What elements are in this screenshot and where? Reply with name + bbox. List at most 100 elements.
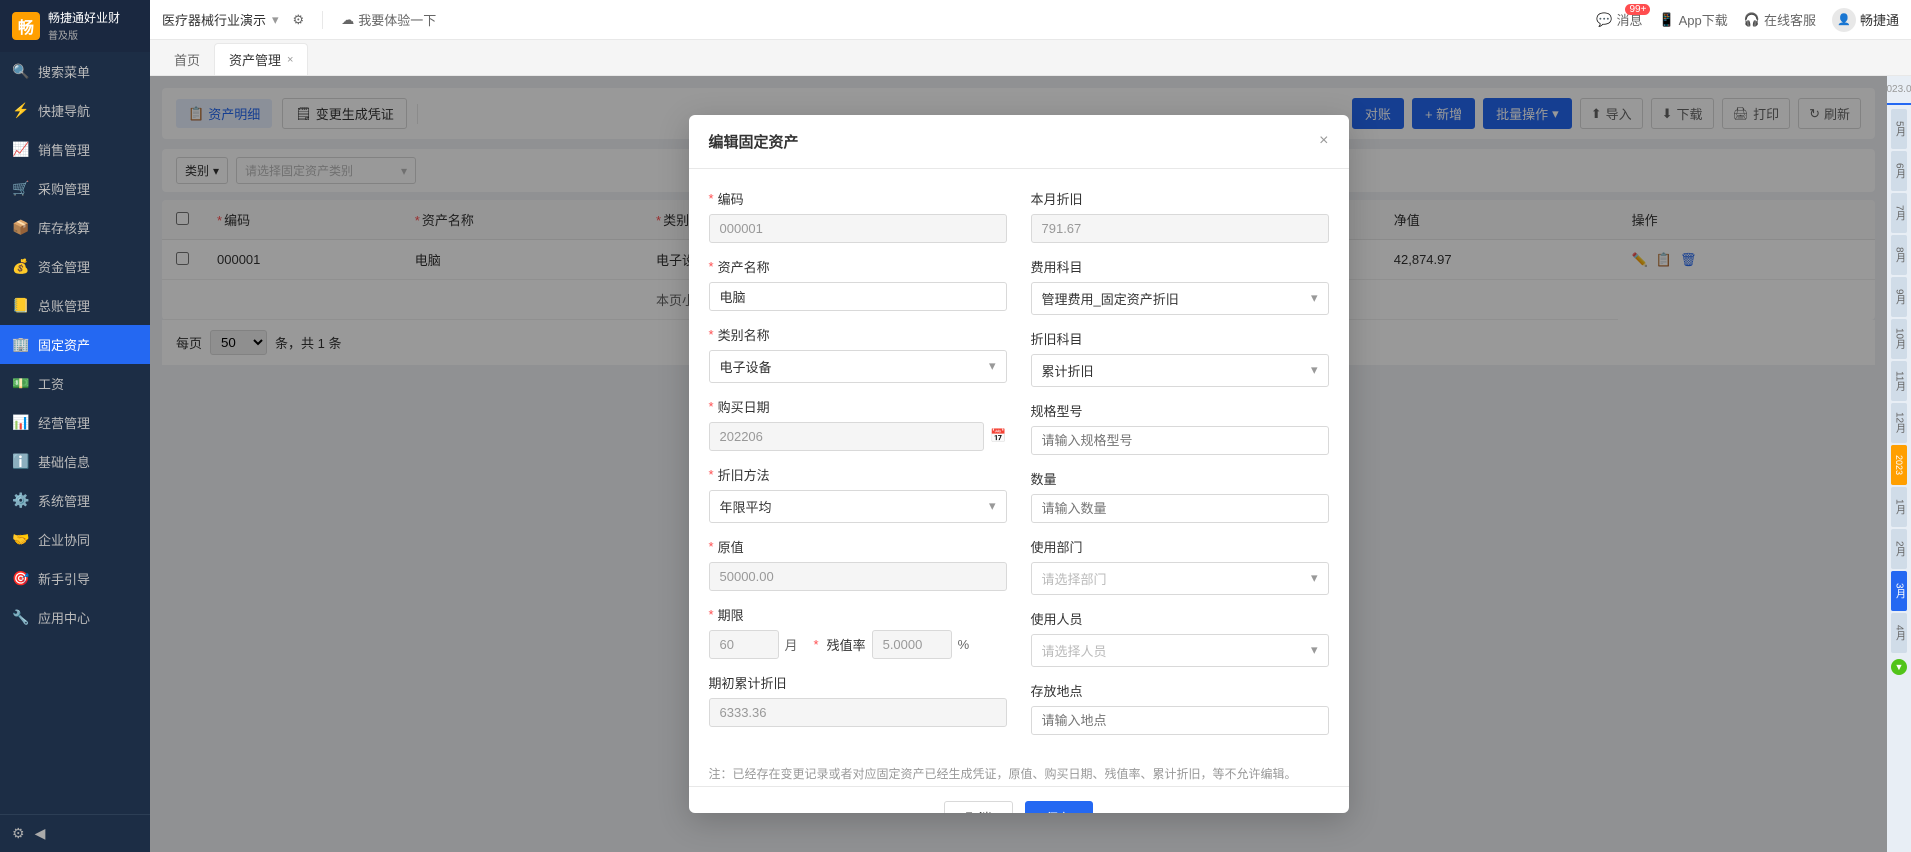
tab-home[interactable]: 首页: [160, 44, 214, 75]
sidebar-item-purchase[interactable]: 🛒 采购管理: [0, 169, 150, 208]
app-download-label: App下载: [1679, 10, 1728, 29]
sidebar-item-fixed-assets[interactable]: 🏢 固定资产: [0, 325, 150, 364]
user-menu[interactable]: 👤 畅捷通: [1832, 8, 1899, 32]
calendar-icon[interactable]: 📅: [990, 428, 1006, 444]
sidebar-item-label: 应用中心: [38, 608, 90, 627]
online-service-button[interactable]: 🎧 在线客服: [1744, 10, 1816, 29]
sidebar-item-basic-info[interactable]: ℹ️ 基础信息: [0, 442, 150, 481]
depreciation-method-select[interactable]: 年限平均 ▾: [709, 490, 1007, 523]
department-label: 使用部门: [1031, 537, 1329, 556]
sidebar-item-operations[interactable]: 📊 经营管理: [0, 403, 150, 442]
settings-icon[interactable]: ⚙: [12, 825, 25, 842]
sidebar-item-payroll[interactable]: 💵 工资: [0, 364, 150, 403]
modal-close-button[interactable]: ×: [1319, 132, 1328, 150]
cancel-button[interactable]: 取消: [944, 801, 1012, 813]
message-icon: 💬: [1596, 12, 1612, 28]
tab-asset-mgmt[interactable]: 资产管理 ×: [214, 43, 308, 75]
month-8[interactable]: 8月: [1891, 235, 1907, 275]
form-item-initial-depreciation: 期初累计折旧: [709, 673, 1007, 727]
sidebar-item-search[interactable]: 🔍 搜索菜单: [0, 52, 150, 91]
depreciation-account-select[interactable]: 累计折旧 ▾: [1031, 354, 1329, 387]
company-selector[interactable]: 医疗器械行业演示 ▾: [162, 10, 279, 29]
message-button[interactable]: 💬 消息 99+: [1596, 10, 1642, 29]
category-select[interactable]: 电子设备 ▾: [709, 350, 1007, 383]
period-input[interactable]: [709, 630, 779, 659]
sidebar-item-label: 总账管理: [38, 296, 90, 315]
form-item-category: * 类别名称 电子设备 ▾: [709, 325, 1007, 383]
quantity-input[interactable]: [1031, 494, 1329, 523]
code-input[interactable]: [709, 214, 1007, 243]
collapse-icon[interactable]: ◀: [35, 825, 46, 842]
month-6[interactable]: 6月: [1891, 151, 1907, 191]
month-1[interactable]: 1月: [1891, 487, 1907, 527]
person-select[interactable]: 请选择人员 ▾: [1031, 634, 1329, 667]
modal-header: 编辑固定资产 ×: [689, 115, 1349, 169]
location-input[interactable]: [1031, 706, 1329, 735]
sidebar-item-app-center[interactable]: 🔧 应用中心: [0, 598, 150, 637]
form-item-asset-name: * 资产名称: [709, 257, 1007, 311]
year-2023[interactable]: 2023: [1891, 445, 1907, 485]
tab-close-icon[interactable]: ×: [287, 54, 293, 66]
modal-body: * 编码 * 资产名称: [689, 169, 1349, 755]
sidebar-item-label: 采购管理: [38, 179, 90, 198]
sidebar-item-label: 快捷导航: [38, 101, 90, 120]
scroll-down-icon[interactable]: ▼: [1891, 659, 1907, 675]
chevron-down-icon: ▾: [1311, 642, 1318, 658]
quantity-label: 数量: [1031, 469, 1329, 488]
sidebar-item-enterprise[interactable]: 🤝 企业协同: [0, 520, 150, 559]
month-5[interactable]: 5月: [1891, 109, 1907, 149]
sidebar-item-sales[interactable]: 📈 销售管理: [0, 130, 150, 169]
sidebar-item-quick-nav[interactable]: ⚡ 快捷导航: [0, 91, 150, 130]
depreciation-method-value: 年限平均: [720, 497, 772, 516]
company-name: 医疗器械行业演示: [162, 10, 266, 29]
month-2[interactable]: 2月: [1891, 529, 1907, 569]
sidebar-item-ledger[interactable]: 📒 总账管理: [0, 286, 150, 325]
depreciation-method-label: * 折旧方法: [709, 465, 1007, 484]
month-11[interactable]: 11月: [1891, 361, 1907, 401]
month-9[interactable]: 9月: [1891, 277, 1907, 317]
monthly-depreciation-label: 本月折旧: [1031, 189, 1329, 208]
left-column: * 编码 * 资产名称: [709, 189, 1007, 735]
sidebar-item-system[interactable]: ⚙️ 系统管理: [0, 481, 150, 520]
residual-rate-label: 残值率: [827, 635, 866, 654]
tabbar: 首页 资产管理 ×: [150, 40, 1911, 76]
initial-depreciation-input[interactable]: [709, 698, 1007, 727]
period-label: * 期限: [709, 605, 1007, 624]
enterprise-icon: 🤝: [12, 530, 30, 548]
residual-rate-input[interactable]: [872, 630, 952, 659]
expense-account-select[interactable]: 管理费用_固定资产折旧 ▾: [1031, 282, 1329, 315]
original-value-input[interactable]: [709, 562, 1007, 591]
fixed-assets-icon: 🏢: [12, 335, 30, 353]
department-select[interactable]: 请选择部门 ▾: [1031, 562, 1329, 595]
sidebar-item-finance[interactable]: 💰 资金管理: [0, 247, 150, 286]
save-button[interactable]: 保存: [1025, 801, 1093, 813]
form-item-expense-account: 费用科目 管理费用_固定资产折旧 ▾: [1031, 257, 1329, 315]
spec-input[interactable]: [1031, 426, 1329, 455]
message-badge: 99+: [1625, 4, 1650, 15]
sidebar-item-guide[interactable]: 🎯 新手引导: [0, 559, 150, 598]
month-4[interactable]: 4月: [1891, 613, 1907, 653]
month-3[interactable]: 3月: [1891, 571, 1907, 611]
experience-button[interactable]: ☁ 我要体验一下: [341, 10, 436, 29]
person-placeholder: 请选择人员: [1042, 641, 1107, 660]
chevron-down-icon: ▾: [272, 12, 279, 28]
sidebar-item-label: 销售管理: [38, 140, 90, 159]
settings-button[interactable]: ⚙: [293, 12, 305, 28]
asset-name-input[interactable]: [709, 282, 1007, 311]
sidebar-item-inventory[interactable]: 📦 库存核算: [0, 208, 150, 247]
content-area: 📋 资产明细 🗒 变更生成凭证 对账 + 新增 批量操作: [150, 76, 1887, 852]
inventory-icon: 📦: [12, 218, 30, 236]
operations-icon: 📊: [12, 413, 30, 431]
app-download-button[interactable]: 📱 App下载: [1658, 10, 1727, 29]
form-item-original-value: * 原值: [709, 537, 1007, 591]
monthly-depreciation-input: [1031, 214, 1329, 243]
month-10[interactable]: 10月: [1891, 319, 1907, 359]
basic-info-icon: ℹ️: [12, 452, 30, 470]
topbar-right: 💬 消息 99+ 📱 App下载 🎧 在线客服 👤 畅捷通: [1596, 8, 1899, 32]
month-7[interactable]: 7月: [1891, 193, 1907, 233]
purchase-date-input[interactable]: [709, 422, 985, 451]
sidebar-item-label: 经营管理: [38, 413, 90, 432]
month-12[interactable]: 12月: [1891, 403, 1907, 443]
form-item-spec: 规格型号: [1031, 401, 1329, 455]
sidebar-item-label: 库存核算: [38, 218, 90, 237]
